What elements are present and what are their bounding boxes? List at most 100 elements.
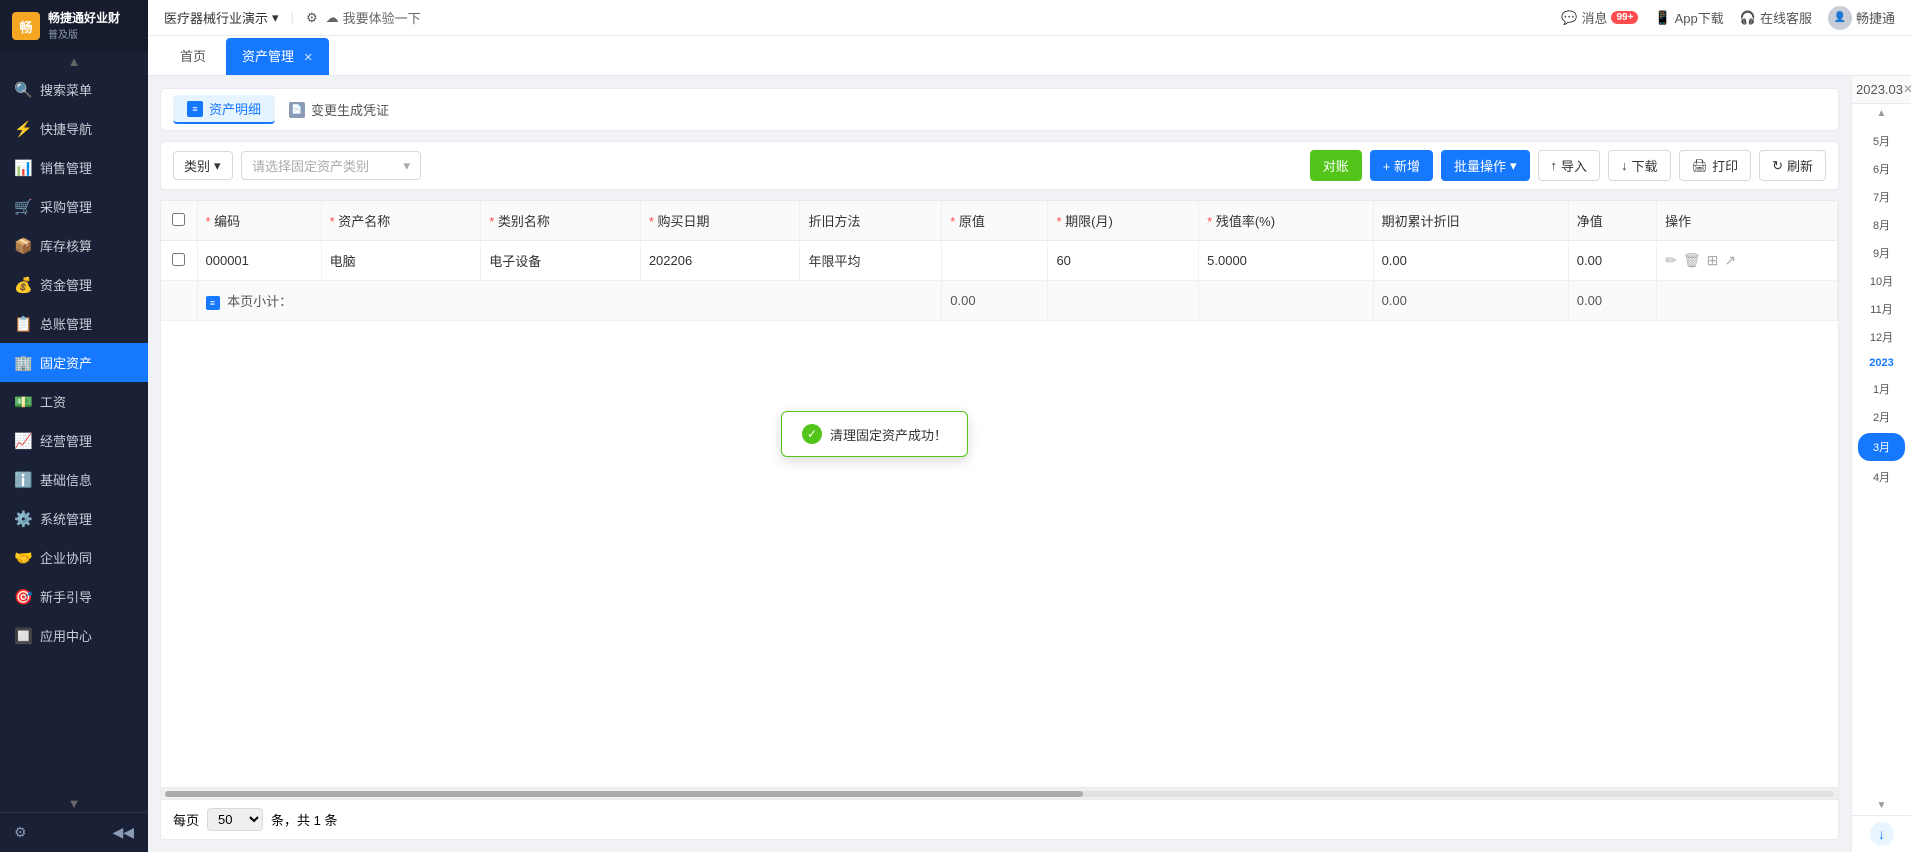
app-download-button[interactable]: 📱 App下载 (1654, 8, 1723, 27)
reconcile-button[interactable]: 对账 (1310, 150, 1362, 181)
messages-label: 消息 (1581, 8, 1607, 27)
sidebar-item-system[interactable]: ⚙️ 系统管理 (0, 499, 148, 538)
fixed-assets-icon: 🏢 (14, 354, 32, 372)
sidebar-item-ledger[interactable]: 📋 总账管理 (0, 304, 148, 343)
user-menu[interactable]: 👤 畅捷通 (1828, 6, 1895, 30)
timeline-month-6[interactable]: 6月 (1852, 155, 1911, 183)
sidebar-item-operations[interactable]: 📈 经营管理 (0, 421, 148, 460)
th-actions: 操作 (1657, 201, 1838, 241)
success-toast: ✓ 清理固定资产成功！ (781, 411, 968, 457)
sidebar-item-enterprise[interactable]: 🤝 企业协同 (0, 538, 148, 577)
timeline-month-1[interactable]: 1月 (1852, 375, 1911, 403)
row-net-value: 0.00 (1568, 241, 1656, 281)
timeline-month-5[interactable]: 5月 (1852, 127, 1911, 155)
collapse-icon[interactable]: ◀◀ (112, 824, 134, 841)
batch-ops-button[interactable]: 批量操作 ▾ (1441, 150, 1530, 181)
sidebar-item-inventory[interactable]: 📦 库存核算 (0, 226, 148, 265)
th-net-value: 净值 (1568, 201, 1656, 241)
basic-info-icon: ℹ️ (14, 471, 32, 489)
edit-icon[interactable]: ✏ (1665, 252, 1677, 269)
main-panel: ≡ 资产明细 📄 变更生成凭证 类别 ▾ 请选择固定资产类别 (148, 76, 1851, 852)
timeline-scroll[interactable]: 5月 6月 7月 8月 9月 10月 11月 12月 2023 1月 2月 3月… (1852, 123, 1911, 796)
enterprise-icon: 🤝 (14, 549, 32, 567)
customer-service-button[interactable]: 🎧 在线客服 (1740, 8, 1812, 27)
sidebar-item-search[interactable]: 🔍 搜索菜单 (0, 70, 148, 109)
category-select[interactable]: 类别 ▾ (173, 151, 233, 180)
timeline-month-10[interactable]: 10月 (1852, 267, 1911, 295)
timeline-month-8[interactable]: 8月 (1852, 211, 1911, 239)
search-icon: 🔍 (14, 81, 32, 99)
success-icon: ✓ (802, 424, 822, 444)
bottom-scrollbar[interactable] (161, 787, 1838, 799)
messages-button[interactable]: 💬 消息 99+ (1561, 8, 1638, 27)
select-all-checkbox[interactable] (172, 213, 185, 226)
delete-icon[interactable]: 🗑 (1683, 252, 1701, 269)
tab-home[interactable]: 首页 (164, 38, 222, 75)
timeline-month-2[interactable]: 2月 (1852, 403, 1911, 431)
tab-close-icon[interactable]: ✕ (304, 52, 313, 64)
timeline-month-3-current[interactable]: 3月 (1858, 433, 1905, 461)
sidebar-item-quick-nav[interactable]: ⚡ 快捷导航 (0, 109, 148, 148)
sidebar-item-sales[interactable]: 📊 销售管理 (0, 148, 148, 187)
toast-message: 清理固定资产成功！ (830, 425, 947, 444)
sidebar-item-beginner[interactable]: 🎯 新手引导 (0, 577, 148, 616)
sidebar-item-app-center[interactable]: 🔲 应用中心 (0, 616, 148, 655)
timeline-scroll-up[interactable]: ▲ (1852, 104, 1911, 123)
timeline-month-4[interactable]: 4月 (1852, 463, 1911, 491)
sidebar-item-label: 经营管理 (40, 431, 92, 450)
download-icon: 📱 (1654, 10, 1670, 26)
row-checkbox[interactable] (172, 253, 185, 266)
table-scroll[interactable]: 编码 资产名称 类别名称 购买日期 折旧方法 原值 期限(月) 残值率(%) 期… (161, 201, 1838, 787)
row-initial-accumulated: 0.00 (1373, 241, 1568, 281)
print-button[interactable]: 🖨 打印 (1679, 150, 1752, 181)
sidebar-item-fixed-assets[interactable]: 🏢 固定资产 (0, 343, 148, 382)
toolbar: 类别 ▾ 请选择固定资产类别 ▾ 对账 + 新增 (160, 141, 1839, 190)
timeline-down-circle[interactable]: ↓ (1870, 822, 1894, 846)
gear-settings[interactable]: ⚙ (306, 10, 318, 26)
sidebar-item-basic-info[interactable]: ℹ️ 基础信息 (0, 460, 148, 499)
download-button[interactable]: ↓ 下载 (1608, 150, 1671, 181)
timeline-header: 2023.03 ✕ ⤡ (1852, 76, 1911, 104)
sidebar-item-purchase[interactable]: 🛒 采购管理 (0, 187, 148, 226)
refresh-button[interactable]: ↻ 刷新 (1759, 150, 1826, 181)
import-button[interactable]: ↑ 导入 (1538, 150, 1601, 181)
app-logo-icon: 畅 (12, 12, 40, 40)
more-icon[interactable]: ↗ (1724, 252, 1736, 269)
subtotal-label-cell: ≡ 本页小计： (197, 281, 942, 321)
sidebar-scroll-down[interactable]: ▼ (0, 794, 148, 812)
new-button[interactable]: + 新增 (1370, 150, 1433, 181)
timeline-scroll-down[interactable]: ▼ (1852, 796, 1911, 815)
sub-tab-change-voucher[interactable]: 📄 变更生成凭证 (275, 96, 403, 123)
sidebar-item-payroll[interactable]: 💵 工资 (0, 382, 148, 421)
timeline-close-button[interactable]: ✕ (1903, 82, 1911, 97)
messages-badge: 99+ (1611, 11, 1638, 24)
timeline-month-11[interactable]: 11月 (1852, 295, 1911, 323)
timeline-year: 2023.03 (1856, 82, 1903, 97)
avatar: 👤 (1828, 6, 1852, 30)
copy-icon[interactable]: ⊞ (1707, 252, 1719, 269)
asset-table: 编码 资产名称 类别名称 购买日期 折旧方法 原值 期限(月) 残值率(%) 期… (161, 201, 1838, 321)
per-page-select[interactable]: 50 10 20 100 (207, 808, 263, 831)
th-original-value: 原值 (942, 201, 1048, 241)
experience-link[interactable]: ☁ 我要体验一下 (326, 8, 421, 27)
settings-icon[interactable]: ⚙ (14, 824, 27, 841)
change-voucher-icon: 📄 (289, 102, 305, 118)
timeline-year-2023[interactable]: 2023 (1852, 351, 1911, 375)
download-icon: ↓ (1621, 158, 1628, 173)
timeline-month-7[interactable]: 7月 (1852, 183, 1911, 211)
sidebar: 畅 畅捷通好业财 普及版 ▲ 🔍 搜索菜单 ⚡ 快捷导航 📊 销售管理 🛒 采购… (0, 0, 148, 852)
sidebar-scroll-up[interactable]: ▲ (0, 52, 148, 70)
topbar: 医疗器械行业演示 ▾ | ⚙ ☁ 我要体验一下 💬 消息 99+ 📱 App下载… (148, 0, 1911, 36)
tab-asset-management[interactable]: 资产管理 ✕ (226, 38, 329, 75)
sidebar-item-label: 搜索菜单 (40, 80, 92, 99)
sub-tab-asset-detail[interactable]: ≡ 资产明细 (173, 95, 275, 124)
timeline-month-9[interactable]: 9月 (1852, 239, 1911, 267)
category-input[interactable]: 请选择固定资产类别 ▾ (241, 151, 421, 180)
timeline-month-12[interactable]: 12月 (1852, 323, 1911, 351)
import-icon: ↑ (1551, 158, 1558, 173)
customer-service-label: 在线客服 (1760, 8, 1812, 27)
company-selector[interactable]: 医疗器械行业演示 ▾ (164, 8, 279, 27)
row-name: 电脑 (321, 241, 481, 281)
sidebar-item-funds[interactable]: 💰 资金管理 (0, 265, 148, 304)
row-category: 电子设备 (481, 241, 641, 281)
